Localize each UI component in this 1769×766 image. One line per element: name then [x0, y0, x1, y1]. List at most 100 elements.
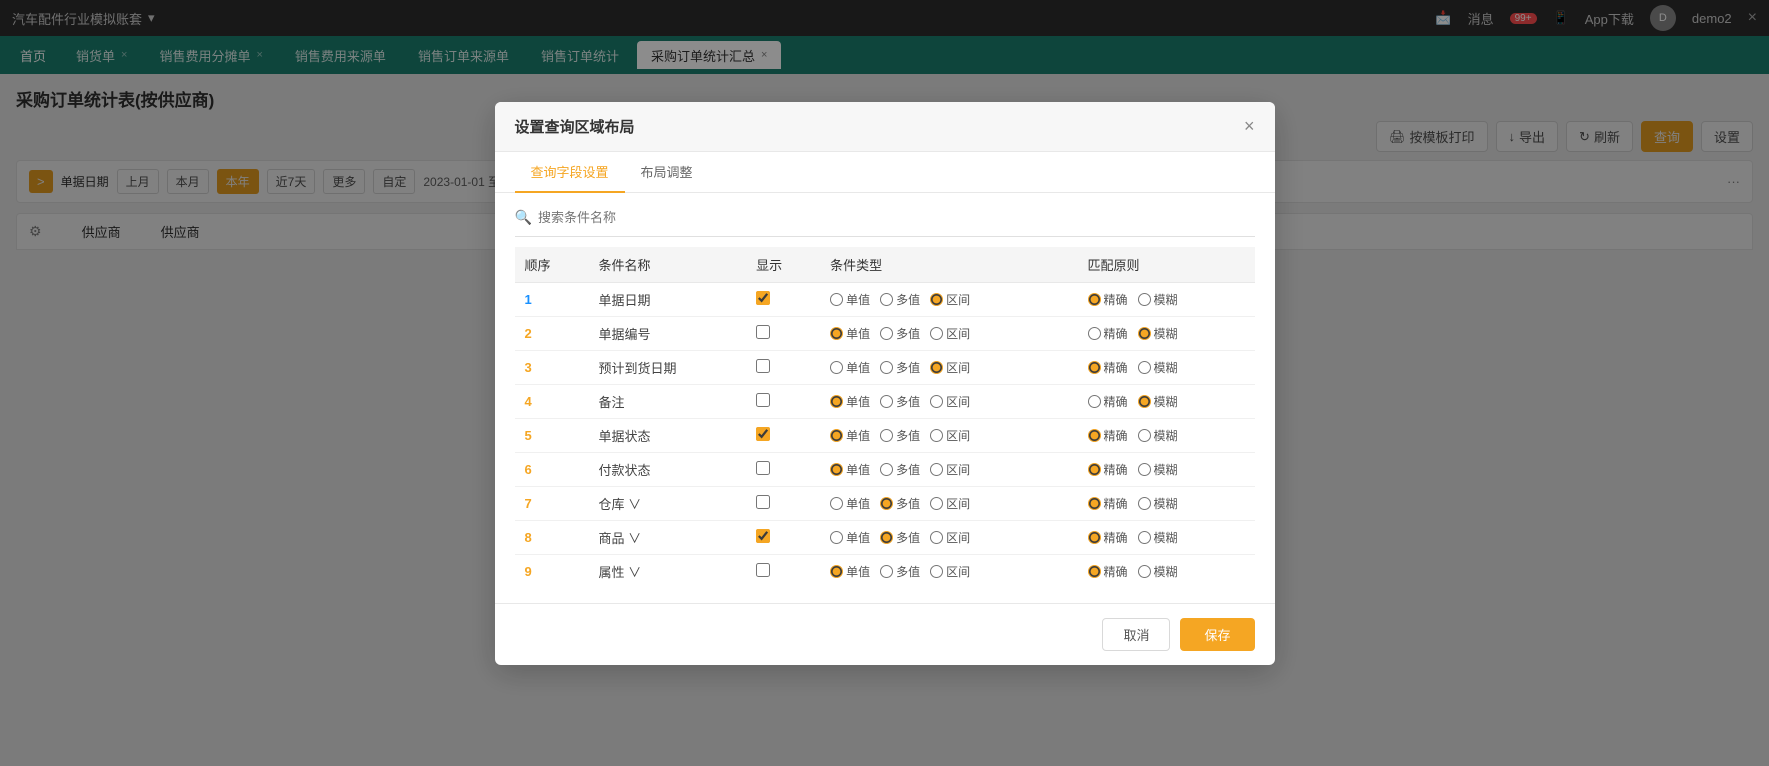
search-icon: 🔍 [515, 209, 532, 226]
type-radio-item[interactable]: 单值 [830, 325, 870, 342]
match-radio-group: 精确模糊 [1088, 325, 1245, 342]
display-checkbox[interactable] [756, 359, 770, 373]
type-radio-item[interactable]: 单值 [830, 529, 870, 546]
type-radio-item[interactable]: 单值 [830, 359, 870, 376]
match-radio-item[interactable]: 模糊 [1138, 359, 1178, 376]
type-radio-group: 单值 多值 区间 [830, 495, 1067, 512]
radio-label: 多值 [896, 359, 920, 376]
match-radio-item[interactable]: 精确 [1088, 427, 1128, 444]
modal-title: 设置查询区域布局 [515, 116, 635, 137]
radio-label: 单值 [846, 291, 870, 308]
type-radio-item[interactable]: 多值 [880, 427, 920, 444]
match-radio-group: 精确模糊 [1088, 291, 1245, 308]
match-radio-item[interactable]: 模糊 [1138, 563, 1178, 580]
match-radio-group: 精确模糊 [1088, 427, 1245, 444]
match-radio-item[interactable]: 模糊 [1138, 529, 1178, 546]
display-checkbox[interactable] [756, 325, 770, 339]
match-radio-item[interactable]: 精确 [1088, 495, 1128, 512]
radio-label: 单值 [846, 529, 870, 546]
seq-num: 3 [525, 360, 532, 375]
match-radio-item[interactable]: 模糊 [1138, 393, 1178, 410]
display-checkbox[interactable] [756, 563, 770, 577]
type-radio-item[interactable]: 单值 [830, 427, 870, 444]
modal-body: 🔍 顺序 条件名称 显示 条件类型 匹配原则 [495, 193, 1275, 603]
type-radio-item[interactable]: 单值 [830, 495, 870, 512]
radio-label: 单值 [846, 393, 870, 410]
match-radio-item[interactable]: 精确 [1088, 359, 1128, 376]
type-radio-item[interactable]: 单值 [830, 461, 870, 478]
condition-name: 单据日期 [589, 282, 747, 316]
type-radio-item[interactable]: 多值 [880, 325, 920, 342]
col-type: 条件类型 [820, 247, 1077, 283]
radio-label: 区间 [946, 359, 970, 376]
type-radio-item[interactable]: 多值 [880, 393, 920, 410]
radio-label: 区间 [946, 495, 970, 512]
type-radio-item[interactable]: 多值 [880, 359, 920, 376]
modal-close-btn[interactable]: × [1244, 116, 1255, 137]
type-radio-group: 单值 多值区间 [830, 529, 1067, 546]
type-radio-item[interactable]: 区间 [930, 461, 970, 478]
table-row: 2单据编号单值多值区间精确模糊 [515, 316, 1255, 350]
condition-name: 仓库 ∨ [589, 486, 747, 520]
radio-label: 模糊 [1154, 359, 1178, 376]
seq-num: 7 [525, 496, 532, 511]
match-radio-item[interactable]: 模糊 [1138, 291, 1178, 308]
type-radio-item[interactable]: 单值 [830, 291, 870, 308]
type-radio-item[interactable]: 区间 [930, 529, 970, 546]
radio-label: 多值 [896, 529, 920, 546]
radio-label: 单值 [846, 325, 870, 342]
match-radio-item[interactable]: 精确 [1088, 393, 1128, 410]
seq-num: 4 [525, 394, 532, 409]
match-radio-group: 精确模糊 [1088, 393, 1245, 410]
display-checkbox[interactable] [756, 495, 770, 509]
type-radio-item[interactable]: 区间 [930, 427, 970, 444]
radio-label: 多值 [896, 495, 920, 512]
match-radio-item[interactable]: 模糊 [1138, 325, 1178, 342]
type-radio-item[interactable]: 单值 [830, 563, 870, 580]
col-display: 显示 [746, 247, 820, 283]
match-radio-item[interactable]: 模糊 [1138, 427, 1178, 444]
type-radio-item[interactable]: 区间 [930, 495, 970, 512]
match-radio-group: 精确模糊 [1088, 495, 1245, 512]
radio-label: 多值 [896, 563, 920, 580]
save-button[interactable]: 保存 [1180, 618, 1254, 651]
radio-label: 单值 [846, 427, 870, 444]
type-radio-item[interactable]: 区间 [930, 291, 970, 308]
display-checkbox[interactable] [756, 393, 770, 407]
display-checkbox[interactable] [756, 529, 770, 543]
condition-name: 付款状态 [589, 452, 747, 486]
type-radio-item[interactable]: 区间 [930, 325, 970, 342]
display-checkbox[interactable] [756, 427, 770, 441]
type-radio-item[interactable]: 区间 [930, 359, 970, 376]
match-radio-item[interactable]: 精确 [1088, 291, 1128, 308]
match-radio-item[interactable]: 模糊 [1138, 461, 1178, 478]
radio-label: 模糊 [1154, 461, 1178, 478]
display-checkbox[interactable] [756, 461, 770, 475]
match-radio-item[interactable]: 精确 [1088, 461, 1128, 478]
type-radio-item[interactable]: 区间 [930, 393, 970, 410]
type-radio-item[interactable]: 单值 [830, 393, 870, 410]
table-row: 4 备注 单值多值区间 精确模糊 [515, 384, 1255, 418]
type-radio-item[interactable]: 多值 [880, 529, 920, 546]
type-radio-item[interactable]: 多值 [880, 495, 920, 512]
condition-name: 备注 [589, 384, 747, 418]
config-table: 顺序 条件名称 显示 条件类型 匹配原则 1单据日期单值多值区间精确模糊2单据编… [515, 247, 1255, 587]
display-checkbox[interactable] [756, 291, 770, 305]
type-radio-item[interactable]: 多值 [880, 563, 920, 580]
radio-label: 多值 [896, 461, 920, 478]
radio-label: 精确 [1104, 393, 1128, 410]
radio-label: 精确 [1104, 461, 1128, 478]
tab-query-fields[interactable]: 查询字段设置 [515, 152, 625, 193]
match-radio-item[interactable]: 模糊 [1138, 495, 1178, 512]
type-radio-item[interactable]: 多值 [880, 291, 920, 308]
match-radio-item[interactable]: 精确 [1088, 529, 1128, 546]
config-modal: 设置查询区域布局 × 查询字段设置 布局调整 🔍 [495, 102, 1275, 665]
tab-layout-adjust[interactable]: 布局调整 [625, 152, 709, 193]
cancel-button[interactable]: 取消 [1102, 618, 1170, 651]
search-input[interactable] [538, 210, 1255, 225]
seq-num: 6 [525, 462, 532, 477]
match-radio-item[interactable]: 精确 [1088, 563, 1128, 580]
type-radio-item[interactable]: 区间 [930, 563, 970, 580]
type-radio-item[interactable]: 多值 [880, 461, 920, 478]
match-radio-item[interactable]: 精确 [1088, 325, 1128, 342]
